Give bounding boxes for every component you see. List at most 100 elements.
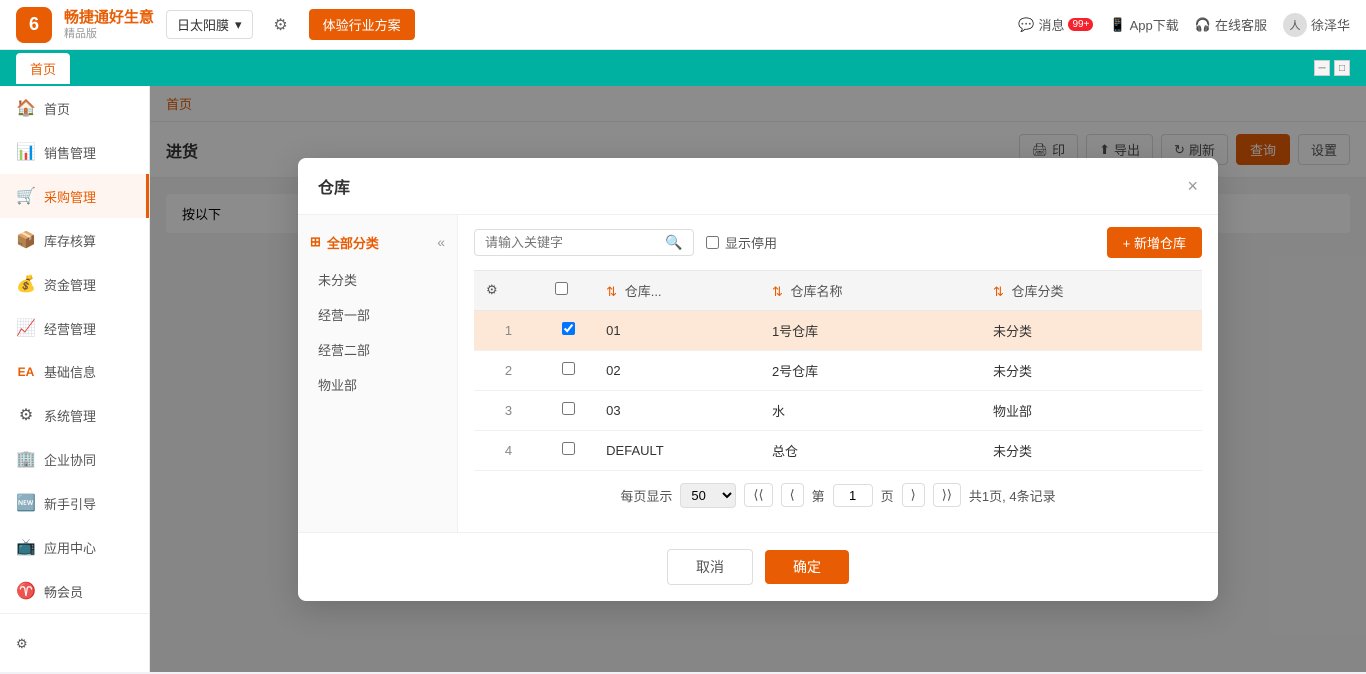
sidebar-item-inventory[interactable]: 📦 库存核算 (0, 218, 149, 262)
messages-btn[interactable]: 💬 消息 99+ (1018, 15, 1093, 34)
cat-item-0[interactable]: 未分类 (298, 262, 457, 297)
experience-btn[interactable]: 体验行业方案 (309, 9, 415, 40)
first-page-btn[interactable]: ⟨⟨ (744, 483, 772, 507)
sidebar-item-purchase[interactable]: 🛒 采购管理 (0, 174, 149, 218)
modal-close-btn[interactable]: × (1187, 177, 1198, 195)
sort-icon-cat: ⇅ (993, 284, 1004, 299)
row-checkbox[interactable] (562, 322, 575, 335)
modal-header: 仓库 × (298, 158, 1218, 215)
table-row[interactable]: 4 DEFAULT 总仓 未分类 (474, 430, 1202, 470)
search-icon: 🔍 (665, 234, 682, 251)
cell-num: 1 (474, 310, 543, 350)
brand-name: 畅捷通好生意 (64, 8, 154, 28)
cat-item-1[interactable]: 经营一部 (298, 297, 457, 332)
sidebar-item-finance[interactable]: 💰 资金管理 (0, 262, 149, 306)
add-warehouse-btn[interactable]: + 新增仓库 (1107, 227, 1202, 258)
member-icon: ♈ (16, 581, 36, 601)
row-checkbox[interactable] (562, 442, 575, 455)
enterprise-icon: 🏢 (16, 449, 36, 469)
sidebar-bottom: ⚙ (0, 613, 149, 674)
cat-item-3[interactable]: 物业部 (298, 367, 457, 402)
table-row[interactable]: 2 02 2号仓库 未分类 (474, 350, 1202, 390)
apps-icon: 📺 (16, 537, 36, 557)
prev-page-btn[interactable]: ⟨ (781, 483, 804, 507)
cat-item-2[interactable]: 经营二部 (298, 332, 457, 367)
next-page-btn[interactable]: ⟩ (902, 483, 925, 507)
row-checkbox[interactable] (562, 402, 575, 415)
cell-check[interactable] (543, 390, 594, 430)
maximize-btn[interactable]: □ (1334, 60, 1350, 76)
show-disabled-label[interactable]: 显示停用 (706, 233, 777, 252)
company-selector[interactable]: 日太阳膜 ▾ (166, 10, 253, 39)
table-toolbar: 🔍 显示停用 + 新增仓库 (474, 227, 1202, 258)
pagination: 每页显示 50 10 20 100 ⟨⟨ ⟨ 第 页 (474, 471, 1202, 520)
sort-icon-name: ⇅ (772, 284, 783, 299)
cell-name: 总仓 (760, 430, 981, 470)
collapse-btn[interactable]: « (437, 234, 445, 250)
all-categories[interactable]: ⊞ 全部分类 (310, 233, 379, 252)
sidebar-item-basic[interactable]: EA 基础信息 (0, 350, 149, 393)
cell-code: 02 (594, 350, 760, 390)
th-check[interactable] (543, 270, 594, 310)
confirm-btn[interactable]: 确定 (765, 550, 849, 584)
modal-body: ⊞ 全部分类 « 未分类 经营一部 经营二部 物业部 (298, 215, 1218, 532)
last-page-btn[interactable]: ⟩⟩ (933, 483, 961, 507)
th-name[interactable]: ⇅ 仓库名称 (760, 270, 981, 310)
select-all-checkbox[interactable] (555, 282, 568, 295)
cell-num: 3 (474, 390, 543, 430)
username: 徐泽华 (1311, 15, 1350, 34)
window-controls: ─ □ (1314, 60, 1350, 76)
th-category[interactable]: ⇅ 仓库分类 (981, 270, 1202, 310)
sidebar: 🏠 首页 📊 销售管理 🛒 采购管理 📦 库存核算 💰 资金管理 📈 经营管理 … (0, 86, 150, 672)
table-area: 🔍 显示停用 + 新增仓库 (458, 215, 1218, 532)
cell-check[interactable] (543, 310, 594, 350)
user-menu[interactable]: 人 徐泽华 (1283, 13, 1350, 37)
cell-check[interactable] (543, 430, 594, 470)
settings-icon[interactable]: ⚙ (265, 9, 297, 41)
row-checkbox[interactable] (562, 362, 575, 375)
sidebar-item-sales[interactable]: 📊 销售管理 (0, 130, 149, 174)
system-icon: ⚙ (16, 405, 36, 425)
messages-badge: 99+ (1068, 18, 1093, 31)
sidebar-item-home[interactable]: 🏠 首页 (0, 86, 149, 130)
brand-sub: 精品版 (64, 27, 154, 41)
home-icon: 🏠 (16, 98, 36, 118)
search-box: 🔍 (474, 229, 694, 256)
table-row[interactable]: 1 01 1号仓库 未分类 (474, 310, 1202, 350)
cancel-btn[interactable]: 取消 (667, 549, 753, 585)
per-page-select[interactable]: 50 10 20 100 (680, 483, 736, 508)
sidebar-item-guide[interactable]: 🆕 新手引导 (0, 481, 149, 525)
show-disabled-checkbox[interactable] (706, 236, 719, 249)
warehouse-table: ⚙ ⇅ 仓库... (474, 270, 1202, 471)
sidebar-item-enterprise[interactable]: 🏢 企业协同 (0, 437, 149, 481)
sidebar-item-apps[interactable]: 📺 应用中心 (0, 525, 149, 569)
warehouse-modal: 仓库 × ⊞ 全部分类 « 未分类 (298, 158, 1218, 601)
basic-icon: EA (16, 365, 36, 379)
cell-category: 未分类 (981, 350, 1202, 390)
th-settings[interactable]: ⚙ (474, 270, 543, 310)
cell-code: DEFAULT (594, 430, 760, 470)
cell-check[interactable] (543, 350, 594, 390)
cell-name: 水 (760, 390, 981, 430)
avatar: 人 (1283, 13, 1307, 37)
table-row[interactable]: 3 03 水 物业部 (474, 390, 1202, 430)
tab-home[interactable]: 首页 (16, 53, 70, 84)
online-service-btn[interactable]: 🎧 在线客服 (1195, 15, 1267, 34)
sidebar-item-operations[interactable]: 📈 经营管理 (0, 306, 149, 350)
purchase-icon: 🛒 (16, 186, 36, 206)
cell-name: 1号仓库 (760, 310, 981, 350)
sidebar-settings[interactable]: ⚙ (0, 624, 149, 664)
main-layout: 🏠 首页 📊 销售管理 🛒 采购管理 📦 库存核算 💰 资金管理 📈 经营管理 … (0, 86, 1366, 672)
inventory-icon: 📦 (16, 230, 36, 250)
page-input[interactable] (833, 484, 873, 507)
sidebar-item-member[interactable]: ♈ 畅会员 (0, 569, 149, 613)
topbar-right: 💬 消息 99+ 📱 App下载 🎧 在线客服 人 徐泽华 (1018, 13, 1350, 37)
th-code[interactable]: ⇅ 仓库... (594, 270, 760, 310)
app-download-btn[interactable]: 📱 App下载 (1109, 15, 1178, 34)
cell-category: 物业部 (981, 390, 1202, 430)
search-input[interactable] (485, 235, 665, 250)
sidebar-item-system[interactable]: ⚙ 系统管理 (0, 393, 149, 437)
topbar: 6 畅捷通好生意 精品版 日太阳膜 ▾ ⚙ 体验行业方案 💬 消息 99+ 📱 … (0, 0, 1366, 50)
minimize-btn[interactable]: ─ (1314, 60, 1330, 76)
operations-icon: 📈 (16, 318, 36, 338)
